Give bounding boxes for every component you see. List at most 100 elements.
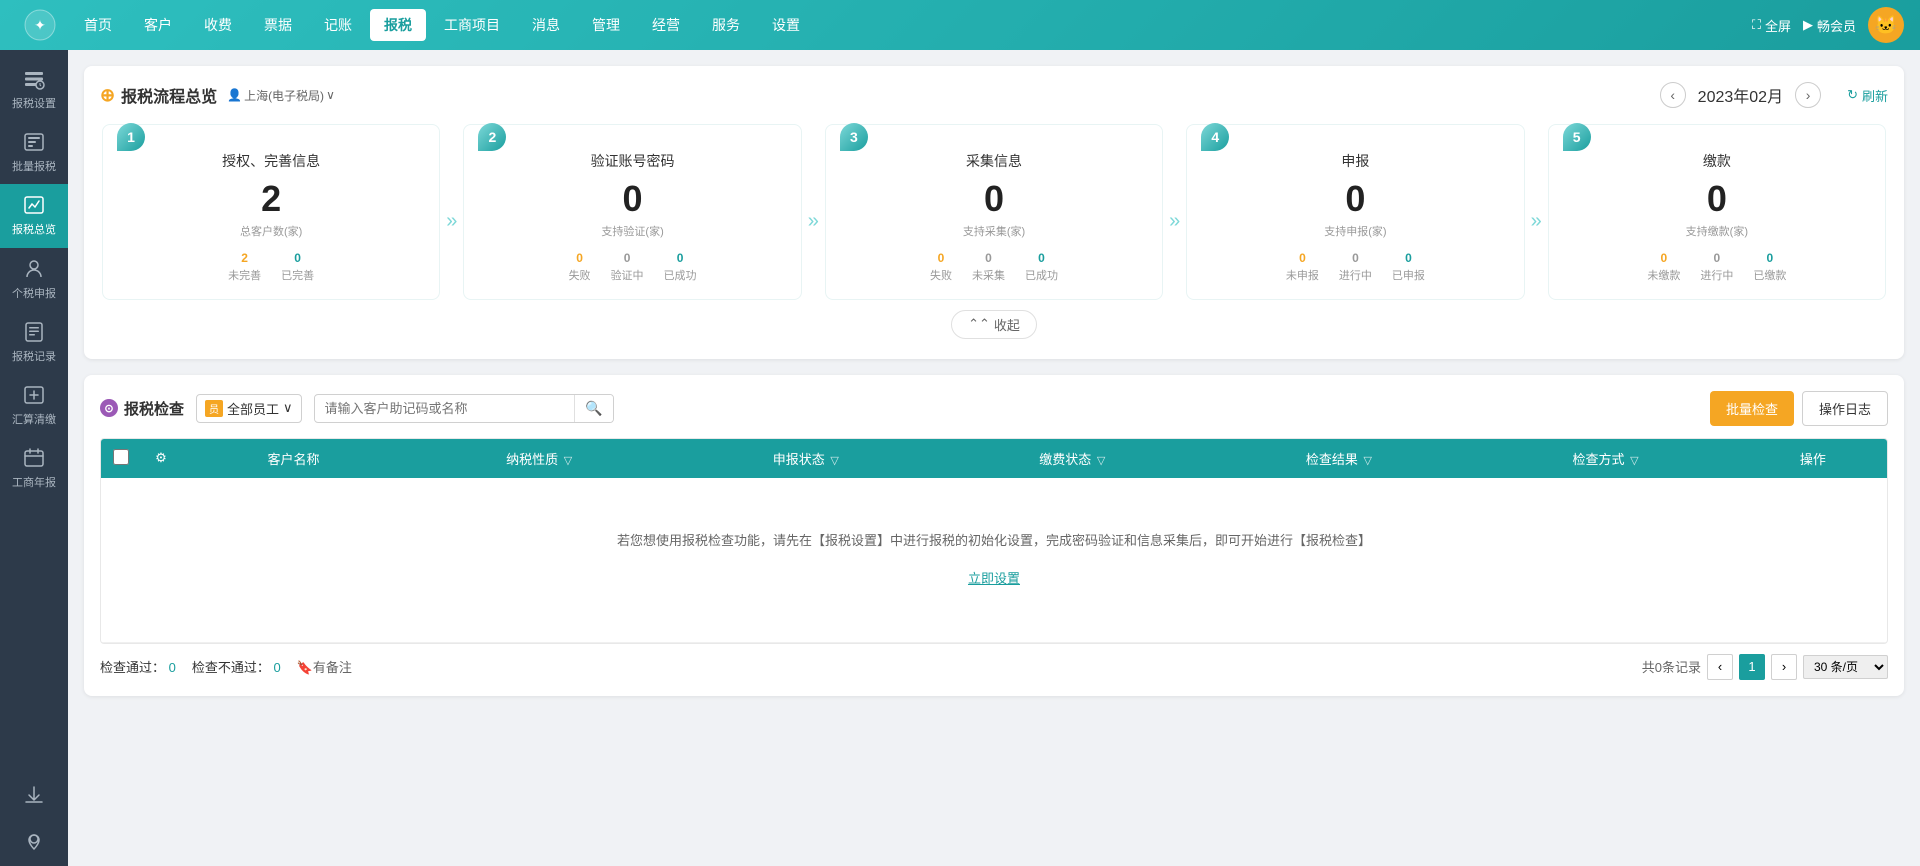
fail-count-link[interactable]: 0 — [274, 660, 281, 675]
step-5-number: 5 — [1563, 123, 1591, 151]
step-5-stat-1[interactable]: 0 进行中 — [1700, 251, 1733, 283]
col-tax-nature[interactable]: 纳税性质 ▽ — [406, 439, 673, 478]
nav-manage[interactable]: 管理 — [578, 9, 634, 41]
step-3-stat-1[interactable]: 0 未采集 — [972, 251, 1005, 283]
overview-card: ⊕ 报税流程总览 👤 上海(电子税局) ∨ ‹ 2023年02月 › ↻ 刷新 … — [84, 66, 1904, 359]
nav-client[interactable]: 客户 — [130, 9, 186, 41]
nav-message[interactable]: 消息 — [518, 9, 574, 41]
step-4-stat-2[interactable]: 0 已申报 — [1392, 251, 1425, 283]
employee-select[interactable]: 员 全部员工 ∨ — [196, 394, 302, 423]
prev-page-button[interactable]: ‹ — [1707, 654, 1733, 680]
col-check-result[interactable]: 检查结果 ▽ — [1206, 439, 1473, 478]
step-3-stat-1-value: 0 — [985, 251, 992, 265]
step-3-stat-0-label: 失败 — [930, 267, 952, 283]
sidebar-item-batch-tax[interactable]: 批量报税 — [0, 121, 68, 184]
step-1-stat-1-label: 已完善 — [281, 267, 314, 283]
search-icon: 🔍 — [585, 400, 602, 416]
sidebar-item-download[interactable] — [0, 774, 68, 820]
step-4-stat-0[interactable]: 0 未申报 — [1286, 251, 1319, 283]
operation-log-button[interactable]: 操作日志 — [1802, 391, 1888, 426]
col-declare-status[interactable]: 申报状态 ▽ — [672, 439, 939, 478]
personal-tax-icon — [23, 258, 45, 284]
filter-icon-4: ▽ — [1364, 455, 1372, 467]
step-4-stat-1[interactable]: 0 进行中 — [1339, 251, 1372, 283]
fullscreen-button[interactable]: ⛶ 全屏 — [1752, 16, 1791, 35]
select-all-checkbox[interactable] — [113, 449, 129, 465]
step-2-stat-0[interactable]: 0 失败 — [569, 251, 591, 283]
month-nav: ‹ 2023年02月 › — [1660, 82, 1821, 108]
step-1-stat-1[interactable]: 0 已完善 — [281, 251, 314, 283]
nav-ticket[interactable]: 票据 — [250, 9, 306, 41]
search-button[interactable]: 🔍 — [574, 395, 612, 422]
step-4-title: 申报 — [1207, 141, 1503, 171]
annual-report-icon — [23, 447, 45, 473]
step-5-stat-2-value: 0 — [1766, 251, 1773, 265]
col-pay-status[interactable]: 缴费状态 ▽ — [939, 439, 1206, 478]
search-input[interactable] — [315, 396, 575, 421]
nav-right: ⛶ 全屏 ▶ 畅会员 🐱 — [1752, 7, 1920, 43]
check-icon: ⊙ — [100, 399, 118, 417]
sidebar-item-settlement[interactable]: 汇算清缴 — [0, 374, 68, 437]
page-1-button[interactable]: 1 — [1739, 654, 1765, 680]
sidebar-bottom — [0, 774, 68, 866]
step-1-stat-0-value: 2 — [241, 251, 248, 265]
employee-chevron-icon: ∨ — [283, 400, 293, 416]
step-4-stat-2-label: 已申报 — [1392, 267, 1425, 283]
nav-accounting[interactable]: 记账 — [310, 9, 366, 41]
settings-icon[interactable]: ⚙ — [155, 450, 167, 465]
step-3-stat-2[interactable]: 0 已成功 — [1025, 251, 1058, 283]
step-3-stat-0[interactable]: 0 失败 — [930, 251, 952, 283]
refresh-icon: ↻ — [1847, 87, 1858, 103]
step-4-stat-1-label: 进行中 — [1339, 267, 1372, 283]
prev-month-button[interactable]: ‹ — [1660, 82, 1686, 108]
empty-state-cell: 若您想使用报税检查功能，请先在【报税设置】中进行报税的初始化设置，完成密码验证和… — [101, 478, 1887, 643]
step-1-stat-0[interactable]: 2 未完善 — [228, 251, 261, 283]
step-1-title: 授权、完善信息 — [123, 141, 419, 171]
fail-stat: 检查不通过： 0 — [192, 657, 281, 676]
sidebar-item-annual-report[interactable]: 工商年报 — [0, 437, 68, 500]
step-4-stats: 0 未申报 0 进行中 0 已申报 — [1207, 251, 1503, 283]
next-month-button[interactable]: › — [1795, 82, 1821, 108]
sidebar-item-tax-records[interactable]: 报税记录 — [0, 311, 68, 374]
step-2-stat-2[interactable]: 0 已成功 — [664, 251, 697, 283]
sidebar-item-tax-overview[interactable]: 报税总览 — [0, 184, 68, 247]
col-client-name[interactable]: 客户名称 — [181, 439, 406, 478]
step-2-stat-0-label: 失败 — [569, 267, 591, 283]
check-table: ⚙ 客户名称 纳税性质 ▽ 申报状态 ▽ — [101, 439, 1887, 643]
step-3-subtitle: 支持采集(家) — [846, 223, 1142, 239]
step-3-card: 3 采集信息 0 支持采集(家) 0 失败 0 未采集 0 已成功 — [825, 124, 1163, 300]
nav-fee[interactable]: 收费 — [190, 9, 246, 41]
nav-service[interactable]: 服务 — [698, 9, 754, 41]
total-records: 共0条记录 — [1642, 657, 1701, 676]
member-button[interactable]: ▶ 畅会员 — [1803, 16, 1856, 35]
batch-check-button[interactable]: 批量检查 — [1710, 391, 1794, 426]
pass-count-link[interactable]: 0 — [169, 660, 176, 675]
sidebar-item-location[interactable] — [0, 820, 68, 866]
sidebar-item-personal-tax[interactable]: 个税申报 — [0, 248, 68, 311]
sidebar-item-tax-settings[interactable]: 报税设置 — [0, 58, 68, 121]
step-4-stat-0-value: 0 — [1299, 251, 1306, 265]
step-2-stat-1[interactable]: 0 验证中 — [611, 251, 644, 283]
nav-operation[interactable]: 经营 — [638, 9, 694, 41]
step-2-value: 0 — [484, 179, 780, 219]
step-1-stats: 2 未完善 0 已完善 — [123, 251, 419, 283]
nav-business[interactable]: 工商项目 — [430, 9, 514, 41]
app-logo: ✦ — [10, 9, 70, 41]
nav-settings[interactable]: 设置 — [758, 9, 814, 41]
setup-link[interactable]: 立即设置 — [968, 571, 1020, 586]
col-check-method[interactable]: 检查方式 ▽ — [1472, 439, 1739, 478]
step-3-title: 采集信息 — [846, 141, 1142, 171]
collapse-button[interactable]: ⌃⌃ 收起 — [951, 310, 1037, 339]
step-5-stat-0[interactable]: 0 未缴款 — [1647, 251, 1680, 283]
nav-tax[interactable]: 报税 — [370, 9, 426, 41]
nav-home[interactable]: 首页 — [70, 9, 126, 41]
per-page-select[interactable]: 30 条/页50 条/页100 条/页 — [1803, 655, 1888, 679]
next-page-button[interactable]: › — [1771, 654, 1797, 680]
location-tag[interactable]: 👤 上海(电子税局) ∨ — [227, 87, 335, 104]
step-5-stat-0-value: 0 — [1660, 251, 1667, 265]
step-5-stat-2[interactable]: 0 已缴款 — [1753, 251, 1786, 283]
step-3-number: 3 — [840, 123, 868, 151]
mascot-avatar[interactable]: 🐱 — [1868, 7, 1904, 43]
step-2-stat-0-value: 0 — [576, 251, 583, 265]
refresh-button[interactable]: ↻ 刷新 — [1847, 86, 1888, 105]
